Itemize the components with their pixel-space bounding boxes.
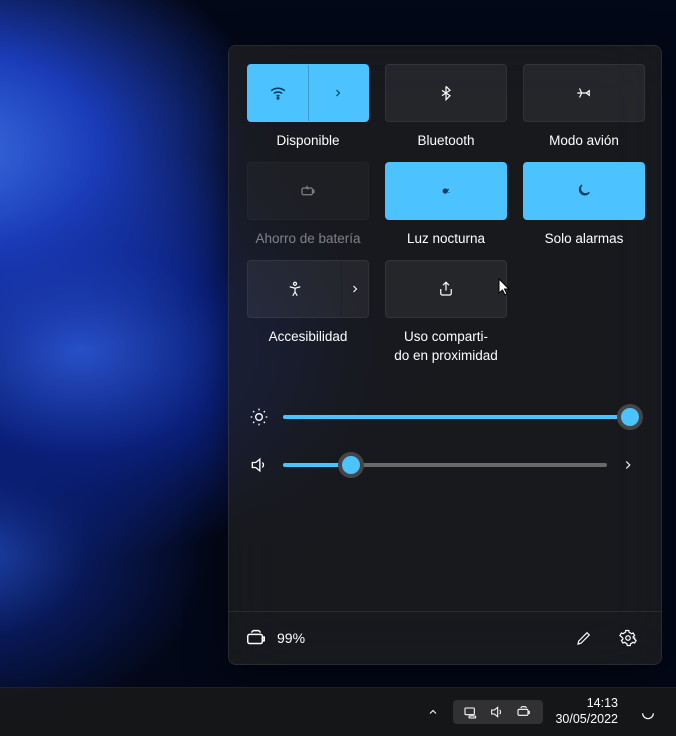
battery-percentage: 99% [277, 630, 305, 646]
accessibility-icon [248, 261, 341, 317]
night-light-label: Luz nocturna [407, 230, 485, 248]
tile-focus: Solo alarmas [523, 162, 645, 248]
tray-overflow-button[interactable] [417, 702, 449, 722]
wifi-label: Disponible [276, 132, 339, 150]
taskbar-date: 30/05/2022 [555, 712, 618, 728]
volume-icon [489, 704, 505, 720]
airplane-icon [575, 84, 593, 102]
notifications-button[interactable] [630, 700, 666, 724]
ethernet-icon [463, 704, 479, 720]
brightness-slider-row [249, 407, 641, 427]
quick-settings-footer: 99% [229, 611, 661, 664]
quick-settings-tiles: Disponible Bluetooth Modo avión Ahorro de b… [229, 46, 661, 369]
tile-battery-saver: Ahorro de batería [247, 162, 369, 248]
volume-slider[interactable] [283, 463, 607, 467]
volume-flyout-button[interactable] [621, 458, 641, 472]
wifi-toggle[interactable] [247, 64, 369, 122]
taskbar-time: 14:13 [555, 696, 618, 712]
battery-saver-label: Ahorro de batería [255, 230, 360, 248]
taskbar-clock[interactable]: 14:13 30/05/2022 [547, 696, 626, 727]
bluetooth-toggle[interactable] [385, 64, 507, 122]
brightness-icon [249, 407, 269, 427]
bluetooth-label: Bluetooth [417, 132, 474, 150]
bluetooth-icon [438, 85, 454, 101]
night-light-icon [437, 182, 455, 200]
focus-toggle[interactable] [523, 162, 645, 220]
battery-saver-icon [298, 182, 318, 200]
night-light-toggle[interactable] [385, 162, 507, 220]
chevron-right-icon[interactable] [309, 65, 369, 121]
quick-settings-panel: Disponible Bluetooth Modo avión Ahorro de b… [228, 45, 662, 665]
airplane-toggle[interactable] [523, 64, 645, 122]
chevron-right-icon[interactable] [342, 261, 368, 317]
tile-airplane: Modo avión [523, 64, 645, 150]
share-icon [437, 280, 455, 298]
nearby-share-label: Uso comparti- do en proximidad [394, 328, 498, 364]
volume-slider-row [249, 455, 641, 475]
battery-icon [515, 704, 533, 720]
tray-network-volume-battery[interactable] [453, 700, 543, 724]
wifi-icon [248, 65, 308, 121]
nearby-share-toggle[interactable] [385, 260, 507, 318]
edit-quick-settings-button[interactable] [567, 621, 601, 655]
settings-button[interactable] [611, 621, 645, 655]
tile-bluetooth: Bluetooth [385, 64, 507, 150]
tile-wifi: Disponible [247, 64, 369, 150]
system-tray: 14:13 30/05/2022 [417, 696, 666, 727]
accessibility-label: Accesibilidad [269, 328, 348, 346]
airplane-label: Modo avión [549, 132, 619, 150]
tile-nearby-share: Uso comparti- do en proximidad [385, 260, 507, 364]
brightness-slider[interactable] [283, 415, 641, 419]
sliders-section [229, 369, 661, 509]
battery-icon [245, 627, 267, 649]
moon-icon [576, 183, 592, 199]
tile-accessibility: Accesibilidad [247, 260, 369, 364]
taskbar: 14:13 30/05/2022 [0, 687, 676, 736]
focus-label: Solo alarmas [545, 230, 624, 248]
volume-icon [249, 455, 269, 475]
tile-night-light: Luz nocturna [385, 162, 507, 248]
battery-saver-toggle [247, 162, 369, 220]
accessibility-toggle[interactable] [247, 260, 369, 318]
